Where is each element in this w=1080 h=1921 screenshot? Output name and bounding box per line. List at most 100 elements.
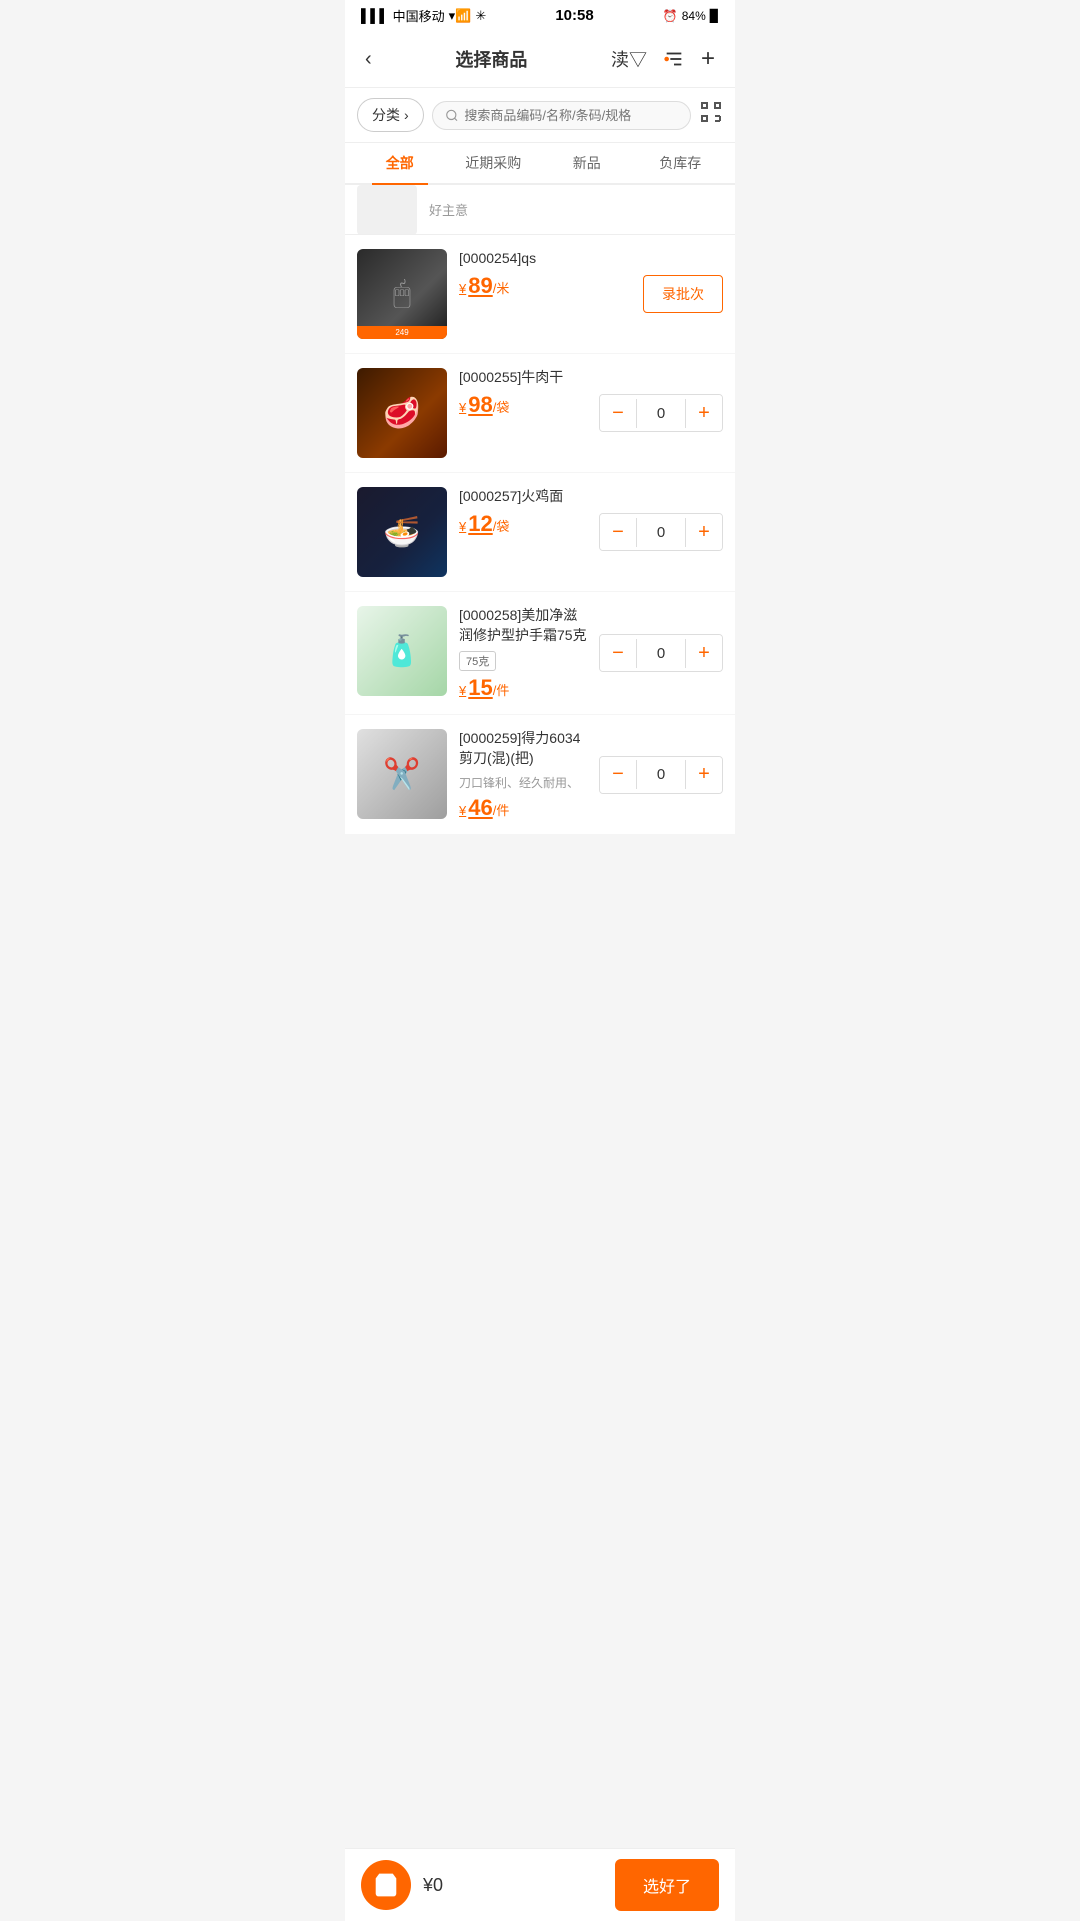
product-action: −0+ (599, 756, 723, 794)
quantity-increase-button[interactable]: + (686, 514, 722, 550)
product-name: [0000255]牛肉干 (459, 368, 587, 388)
cart-total: ¥0 (423, 1875, 603, 1896)
quantity-control: −0+ (599, 513, 723, 551)
tab-bar: 全部 近期采购 新品 负库存 (345, 143, 735, 185)
product-price: ¥ 12 /袋 (459, 513, 587, 536)
tab-recent[interactable]: 近期采购 (447, 143, 541, 183)
battery-label: 84% (682, 9, 706, 23)
status-right: ⏰ 84% ▉ (663, 9, 719, 23)
price-currency: ¥ (459, 281, 466, 296)
product-image: 🧴 (357, 606, 447, 696)
product-desc: 刀口锋利、经久耐用、 (459, 774, 587, 791)
wifi-icon: ▾📶 (449, 8, 472, 24)
product-image-wrap: 🍜 (357, 487, 447, 577)
product-name: [0000258]美加净滋润修护型护手霜75克 (459, 606, 587, 645)
cart-button[interactable] (361, 1860, 411, 1910)
quantity-display: 0 (636, 639, 686, 668)
price-amount: 15 (468, 677, 492, 699)
batch-button[interactable]: 录批次 (643, 275, 723, 313)
header: ‹ 选择商品 渎▽ + (345, 31, 735, 88)
bottom-bar: ¥0 选好了 (345, 1848, 735, 1921)
price-currency: ¥ (459, 683, 466, 698)
product-info: [0000254]qs ¥ 89 /米 (459, 249, 631, 298)
quantity-increase-button[interactable]: + (686, 757, 722, 793)
price-unit: /件 (493, 683, 510, 698)
product-image: ✂️ (357, 729, 447, 819)
header-actions: 渎▽ + (607, 41, 719, 77)
product-price: ¥ 15 /件 (459, 677, 587, 700)
product-image-wrap: ✂️ (357, 729, 447, 819)
add-button[interactable]: + (697, 41, 719, 77)
product-item: ✂️ [0000259]得力6034剪刀(混)(把) 刀口锋利、经久耐用、 ¥ 46… (345, 715, 735, 834)
signal-icon: ▌▌▌ (361, 8, 389, 23)
battery-icon: ▉ (710, 9, 719, 23)
quantity-control: −0+ (599, 634, 723, 672)
price-currency: ¥ (459, 400, 466, 415)
quantity-increase-button[interactable]: + (686, 635, 722, 671)
category-arrow: › (404, 107, 409, 123)
quantity-decrease-button[interactable]: − (600, 395, 636, 431)
quantity-control: −0+ (599, 756, 723, 794)
quantity-display: 0 (636, 518, 686, 547)
price-amount: 12 (468, 513, 492, 535)
alarm-icon: ⏰ (663, 9, 678, 23)
product-info: [0000258]美加净滋润修护型护手霜75克 75克 ¥ 15 /件 (459, 606, 587, 700)
price-amount: 89 (468, 275, 492, 297)
sync-icon: ✳ (475, 8, 486, 24)
price-currency: ¥ (459, 519, 466, 534)
product-name: [0000254]qs (459, 249, 631, 269)
product-price: ¥ 98 /袋 (459, 394, 587, 417)
product-info: [0000257]火鸡面 ¥ 12 /袋 (459, 487, 587, 536)
product-action: 录批次 (643, 275, 723, 313)
product-badge: 249 (357, 326, 447, 339)
filter-icon[interactable]: 渎▽ (607, 42, 651, 76)
quantity-decrease-button[interactable]: − (600, 635, 636, 671)
confirm-button[interactable]: 选好了 (615, 1859, 719, 1911)
status-left: ▌▌▌ 中国移动 ▾📶 ✳ (361, 6, 486, 25)
quantity-decrease-button[interactable]: − (600, 757, 636, 793)
back-button[interactable]: ‹ (361, 44, 376, 75)
price-unit: /米 (493, 281, 510, 296)
product-tag: 75克 (459, 651, 496, 671)
search-input[interactable] (464, 108, 678, 123)
product-name: [0000257]火鸡面 (459, 487, 587, 507)
price-amount: 46 (468, 797, 492, 819)
tab-negative[interactable]: 负库存 (634, 143, 728, 183)
product-action: −0+ (599, 513, 723, 551)
partial-product-image (357, 185, 417, 235)
tab-negative-label: 负库存 (659, 155, 701, 171)
category-label: 分类 (372, 105, 400, 125)
quantity-display: 0 (636, 399, 686, 428)
partial-product-item: 好主意 (345, 185, 735, 235)
price-unit: /件 (493, 803, 510, 818)
carrier-label: 中国移动 (393, 6, 445, 25)
product-action: −0+ (599, 394, 723, 432)
scan-button[interactable] (699, 100, 723, 130)
price-currency: ¥ (459, 803, 466, 818)
product-image: 🍜 (357, 487, 447, 577)
price-amount: 98 (468, 394, 492, 416)
product-item: 🍜[0000257]火鸡面 ¥ 12 /袋−0+ (345, 473, 735, 591)
quantity-increase-button[interactable]: + (686, 395, 722, 431)
product-list: 🖱249[0000254]qs ¥ 89 /米录批次🥩[0000255]牛肉干 … (345, 235, 735, 834)
product-name: [0000259]得力6034剪刀(混)(把) (459, 729, 587, 768)
product-image-wrap: 🖱249 (357, 249, 447, 339)
category-button[interactable]: 分类 › (357, 98, 424, 132)
price-unit: /袋 (493, 400, 510, 415)
search-box (432, 101, 691, 130)
tab-all-label: 全部 (386, 155, 414, 171)
quantity-decrease-button[interactable]: − (600, 514, 636, 550)
filter-icon[interactable] (663, 48, 685, 70)
tab-all[interactable]: 全部 (353, 143, 447, 183)
product-info: [0000255]牛肉干 ¥ 98 /袋 (459, 368, 587, 417)
product-action: −0+ (599, 634, 723, 672)
product-info: [0000259]得力6034剪刀(混)(把) 刀口锋利、经久耐用、 ¥ 46 /… (459, 729, 587, 820)
status-bar: ▌▌▌ 中国移动 ▾📶 ✳ 10:58 ⏰ 84% ▉ (345, 0, 735, 31)
quantity-display: 0 (636, 760, 686, 789)
tab-recent-label: 近期采购 (465, 155, 521, 171)
page-title: 选择商品 (376, 46, 607, 72)
product-image-wrap: 🧴 (357, 606, 447, 696)
tab-new[interactable]: 新品 (540, 143, 634, 183)
product-price: ¥ 89 /米 (459, 275, 631, 298)
product-item: 🥩[0000255]牛肉干 ¥ 98 /袋−0+ (345, 354, 735, 472)
